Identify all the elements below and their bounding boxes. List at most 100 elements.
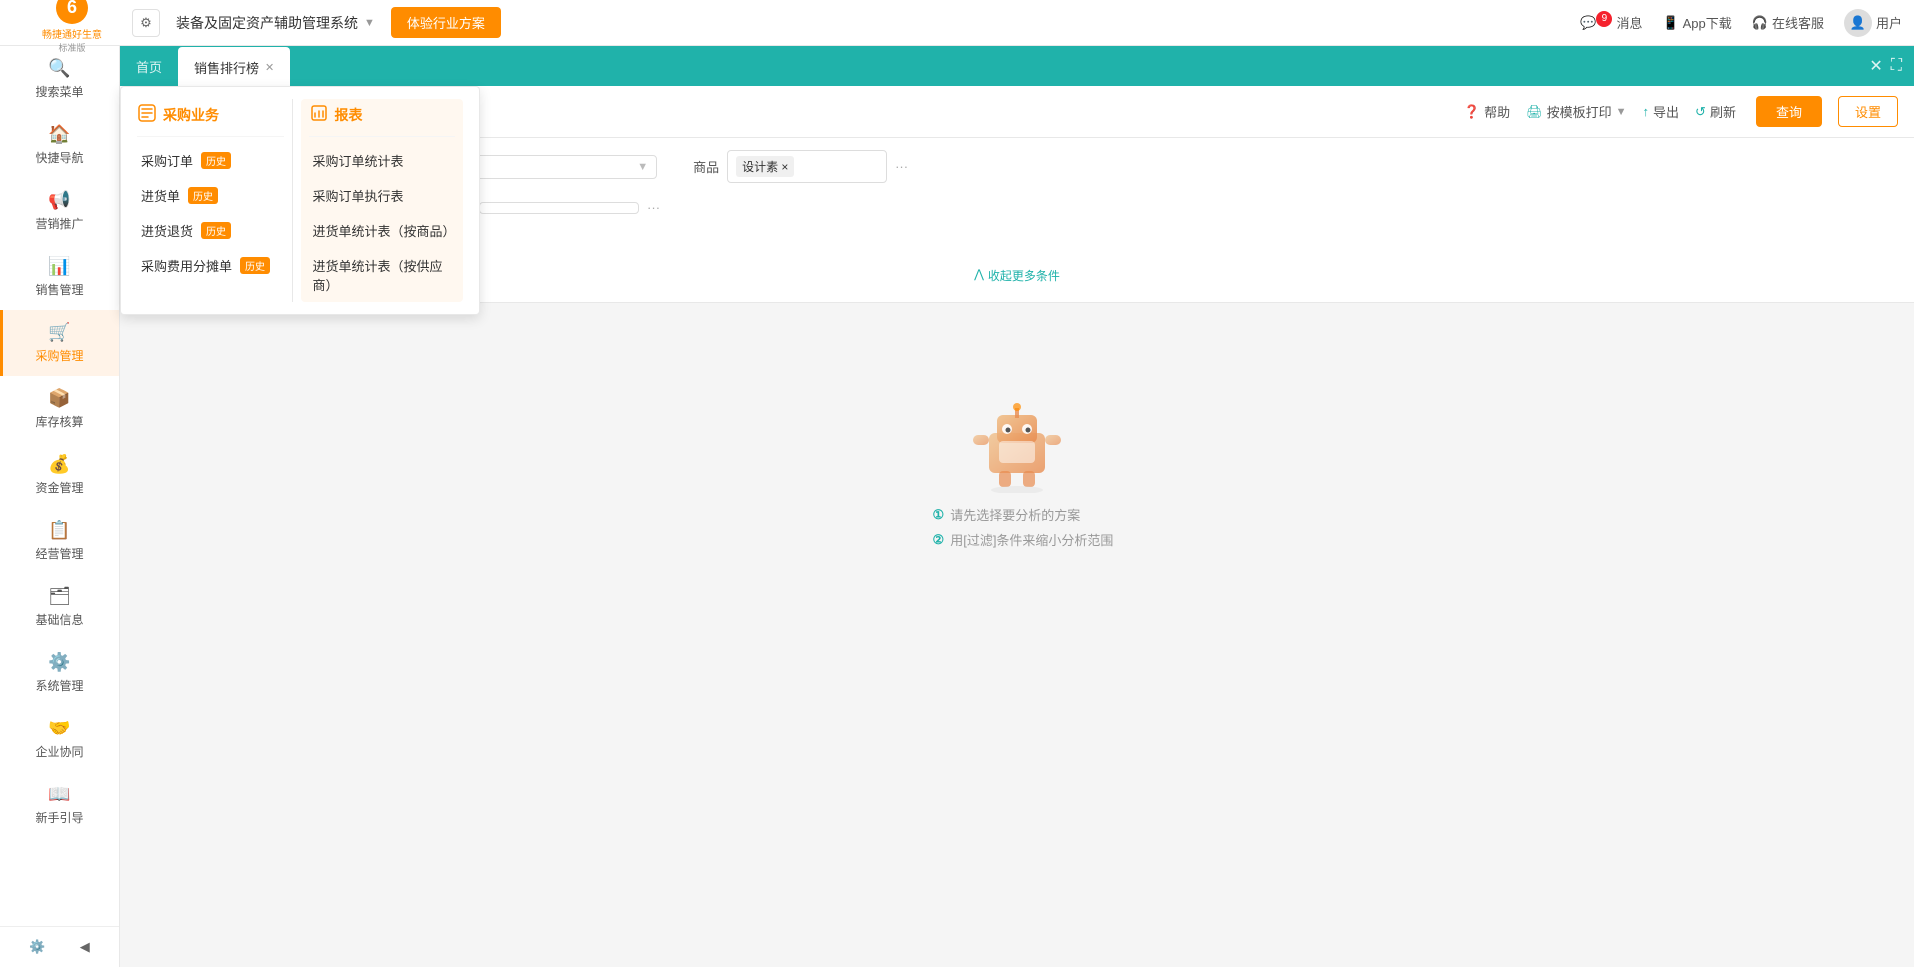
salesperson-more-icon[interactable]: ··· — [647, 200, 660, 215]
settings-button[interactable]: 设置 — [1838, 96, 1898, 127]
hint2-text: 用[过滤]条件来缩小分析范围 — [950, 530, 1113, 549]
message-item[interactable]: 💬 9 消息 — [1580, 13, 1642, 32]
report-icon — [309, 103, 329, 126]
doc-status-arrow: ▼ — [637, 161, 648, 173]
hist-badge-incoming: 历史 — [188, 187, 218, 204]
phone-icon: 📱 — [1662, 15, 1678, 31]
user-item[interactable]: 👤 用户 — [1844, 9, 1902, 37]
sidebar: 🔍 搜索菜单 🏠 快捷导航 📢 营销推广 📊 销售管理 🛒 采购管理 📦 库存核… — [0, 46, 120, 967]
goods-select[interactable]: 设计素 × — [727, 150, 887, 183]
help-action[interactable]: ❓ 帮助 — [1464, 102, 1510, 121]
sidebar-label-finance: 资金管理 — [35, 479, 83, 496]
dropdown-menu: 采购业务 采购订单 历史 进货单 历史 进货退货 历史 采购费用分摊单 历史 — [120, 86, 480, 315]
marketing-icon: 📢 — [48, 190, 70, 211]
empty-hints: ① 请先选择要分析的方案 ② 用[过滤]条件来缩小分析范围 — [933, 505, 1114, 549]
header-right: 💬 9 消息 📱 App下载 🎧 在线客服 👤 用户 — [1580, 9, 1902, 37]
goods-more-icon[interactable]: ··· — [895, 159, 908, 174]
message-icon: 💬 — [1580, 15, 1596, 31]
purchase-biz-icon — [137, 103, 157, 126]
user-label: 用户 — [1876, 13, 1902, 32]
system-title-area: 装备及固定资产辅助管理系统 ▼ — [176, 13, 375, 33]
message-label: 消息 — [1616, 13, 1642, 32]
sidebar-item-finance[interactable]: 💰 资金管理 — [0, 442, 119, 508]
sidebar-item-enterprise[interactable]: 🤝 企业协同 — [0, 706, 119, 772]
tab-home-label: 首页 — [136, 57, 162, 76]
sidebar-item-marketing[interactable]: 📢 营销推广 — [0, 178, 119, 244]
tab-sales-rank-label: 销售排行榜 — [194, 58, 259, 77]
enterprise-icon: 🤝 — [48, 718, 70, 739]
system-title-arrow[interactable]: ▼ — [364, 17, 375, 29]
hist-badge-purchase-order: 历史 — [201, 152, 231, 169]
query-button[interactable]: 查询 — [1756, 96, 1822, 127]
search-icon: 🔍 — [48, 58, 70, 79]
sidebar-label-sales: 销售管理 — [35, 281, 83, 298]
menu-item-incoming[interactable]: 进货单 历史 — [137, 178, 284, 213]
help-icon: ❓ — [1464, 104, 1480, 120]
hist-badge-expense: 历史 — [240, 257, 270, 274]
sidebar-item-system[interactable]: ⚙️ 系统管理 — [0, 640, 119, 706]
sidebar-label-search: 搜索菜单 — [35, 83, 83, 100]
sidebar-item-quick-nav[interactable]: 🏠 快捷导航 — [0, 112, 119, 178]
tab-bar: 首页 销售排行榜 ✕ ✕ ⛶ — [120, 46, 1914, 86]
sidebar-collapse-icon[interactable]: ◀ — [80, 939, 90, 955]
sidebar-item-operations[interactable]: 📋 经营管理 — [0, 508, 119, 574]
top-header: 6 畅捷通好生意 标准版 ⚙ 装备及固定资产辅助管理系统 ▼ 体验行业方案 💬 … — [0, 0, 1914, 46]
dropdown-divider — [292, 99, 293, 302]
industry-btn[interactable]: 体验行业方案 — [391, 7, 501, 38]
order-exec-label: 采购订单执行表 — [313, 186, 404, 205]
app-download-item[interactable]: 📱 App下载 — [1662, 13, 1731, 32]
doc-status-select[interactable]: ▼ — [457, 155, 657, 179]
collapse-up-icon: ⋀ — [974, 267, 984, 284]
sidebar-settings-icon[interactable]: ⚙️ — [29, 939, 45, 955]
menu-item-order-exec[interactable]: 采购订单执行表 — [309, 178, 456, 213]
menu-item-incoming-stat-supplier[interactable]: 进货单统计表（按供应商） — [309, 248, 456, 302]
dropdown-col-report: 报表 采购订单统计表 采购订单执行表 进货单统计表（按商品） 进货单统计表（按供… — [301, 99, 464, 302]
sidebar-item-search[interactable]: 🔍 搜索菜单 — [0, 46, 119, 112]
sidebar-item-basic-info[interactable]: 🗂 基础信息 — [0, 574, 119, 640]
system-title-text: 装备及固定资产辅助管理系统 — [176, 13, 358, 33]
online-service-item[interactable]: 🎧 在线客服 — [1752, 13, 1824, 32]
print-action[interactable]: 🖨 按模板打印 ▼ — [1526, 102, 1626, 121]
purchase-expense-label: 采购费用分摊单 — [141, 256, 232, 275]
tab-sales-rank[interactable]: 销售排行榜 ✕ — [178, 47, 290, 87]
goods-label: 商品 — [693, 157, 719, 176]
menu-item-purchase-expense[interactable]: 采购费用分摊单 历史 — [137, 248, 284, 283]
menu-item-incoming-stat-goods[interactable]: 进货单统计表（按商品） — [309, 213, 456, 248]
salesperson-select[interactable] — [479, 202, 639, 214]
help-label: 帮助 — [1484, 102, 1510, 121]
tab-close-icon[interactable]: ✕ — [265, 61, 274, 74]
basic-info-icon: 🗂 — [48, 586, 71, 607]
empty-illustration — [967, 403, 1067, 493]
user-avatar: 👤 — [1844, 9, 1872, 37]
menu-item-order-stat[interactable]: 采购订单统计表 — [309, 143, 456, 178]
brand-name: 畅捷通好生意 — [42, 26, 102, 41]
dropdown-col2-header: 报表 — [309, 99, 456, 137]
dropdown-col2-title: 报表 — [335, 105, 363, 125]
guide-icon: 📖 — [48, 784, 70, 805]
menu-item-purchase-order[interactable]: 采购订单 历史 — [137, 143, 284, 178]
online-service-label: 在线客服 — [1772, 13, 1824, 32]
sidebar-item-purchase[interactable]: 🛒 采购管理 — [0, 310, 119, 376]
return-goods-label: 进货退货 — [141, 221, 193, 240]
sidebar-item-sales[interactable]: 📊 销售管理 — [0, 244, 119, 310]
active-indicator — [0, 310, 3, 376]
window-close-icon[interactable]: ✕ — [1869, 56, 1882, 76]
inventory-icon: 📦 — [48, 388, 70, 409]
menu-item-return-goods[interactable]: 进货退货 历史 — [137, 213, 284, 248]
sales-icon: 📊 — [48, 256, 70, 277]
hist-badge-return: 历史 — [201, 222, 231, 239]
refresh-icon: ↺ — [1695, 104, 1706, 120]
export-action[interactable]: ↑ 导出 — [1643, 102, 1680, 121]
incoming-stat-supplier-label: 进货单统计表（按供应商） — [313, 256, 452, 294]
dropdown-columns: 采购业务 采购订单 历史 进货单 历史 进货退货 历史 采购费用分摊单 历史 — [121, 99, 479, 302]
refresh-action[interactable]: ↺ 刷新 — [1695, 102, 1736, 121]
dropdown-col-purchase: 采购业务 采购订单 历史 进货单 历史 进货退货 历史 采购费用分摊单 历史 — [137, 99, 284, 302]
window-maximize-icon[interactable]: ⛶ — [1891, 57, 1902, 75]
sidebar-item-inventory[interactable]: 📦 库存核算 — [0, 376, 119, 442]
settings-gear-icon[interactable]: ⚙ — [132, 9, 160, 37]
goods-group: 商品 设计素 × ··· — [693, 150, 908, 183]
sidebar-item-guide[interactable]: 📖 新手引导 — [0, 772, 119, 838]
empty-state: ① 请先选择要分析的方案 ② 用[过滤]条件来缩小分析范围 — [120, 303, 1914, 649]
hint1-num: ① — [933, 507, 945, 523]
export-label: 导出 — [1653, 102, 1679, 121]
